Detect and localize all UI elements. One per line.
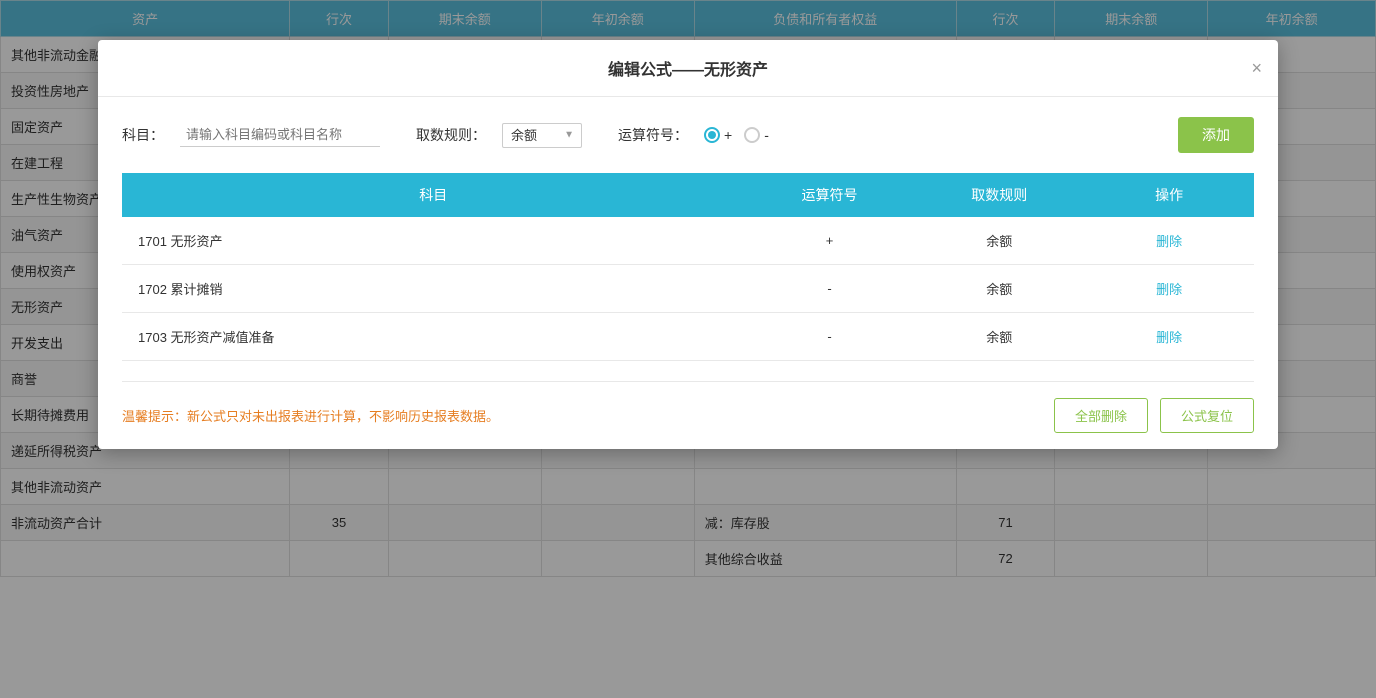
delete-link-1[interactable]: 删除 [1156,282,1182,297]
formula-operator: + [745,217,915,265]
close-button[interactable]: × [1251,59,1262,77]
table-header-subject: 科目 [122,173,745,217]
formula-operator: - [745,313,915,361]
footer-buttons: 全部删除 公式复位 [1054,398,1254,433]
formula-rule: 余额 [914,217,1084,265]
formula-row: 1703 无形资产减值准备 - 余额 删除 [122,313,1254,361]
formula-rule: 余额 [914,313,1084,361]
formula-table: 科目 运算符号 取数规则 操作 1701 无形资产 + 余额 删除 1702 累… [122,173,1254,361]
delete-all-button[interactable]: 全部删除 [1054,398,1148,433]
radio-plus-label: + [724,127,732,143]
rule-select[interactable]: 余额 [502,123,582,148]
formula-operator: - [745,265,915,313]
formula-subject: 1703 无形资产减值准备 [122,313,745,361]
formula-row: 1702 累计摊销 - 余额 删除 [122,265,1254,313]
table-header-rule: 取数规则 [914,173,1084,217]
reset-formula-button[interactable]: 公式复位 [1160,398,1254,433]
modal-body: 科目： 取数规则： 余额 运算符号： + - [98,97,1278,381]
form-row: 科目： 取数规则： 余额 运算符号： + - [122,117,1254,153]
table-header-operator: 运算符号 [745,173,915,217]
delete-link-2[interactable]: 删除 [1156,330,1182,345]
radio-minus-circle [744,127,760,143]
formula-rule: 余额 [914,265,1084,313]
modal-title: 编辑公式——无形资产 [608,62,768,79]
add-button[interactable]: 添加 [1178,117,1254,153]
subject-label: 科目： [122,125,164,145]
modal-footer: 温馨提示：新公式只对未出报表进行计算，不影响历史报表数据。 全部删除 公式复位 [98,382,1278,449]
modal-overlay: 编辑公式——无形资产 × 科目： 取数规则： 余额 运算符号： [0,0,1376,698]
operator-radio-group: + - [704,127,769,143]
modal-header: 编辑公式——无形资产 × [98,40,1278,97]
operator-label: 运算符号： [618,125,688,145]
formula-row: 1701 无形资产 + 余额 删除 [122,217,1254,265]
radio-plus-circle [704,127,720,143]
formula-subject: 1701 无形资产 [122,217,745,265]
radio-plus[interactable]: + [704,127,732,143]
delete-link-0[interactable]: 删除 [1156,234,1182,249]
rule-label: 取数规则： [416,125,486,145]
hint-text: 温馨提示：新公式只对未出报表进行计算，不影响历史报表数据。 [122,406,499,425]
edit-formula-modal: 编辑公式——无形资产 × 科目： 取数规则： 余额 运算符号： [98,40,1278,449]
formula-action: 删除 [1084,313,1254,361]
radio-minus[interactable]: - [744,127,769,143]
subject-input[interactable] [180,123,380,147]
table-header-action: 操作 [1084,173,1254,217]
rule-select-wrapper: 余额 [502,123,582,148]
formula-action: 删除 [1084,217,1254,265]
radio-minus-label: - [764,127,769,143]
formula-action: 删除 [1084,265,1254,313]
formula-subject: 1702 累计摊销 [122,265,745,313]
